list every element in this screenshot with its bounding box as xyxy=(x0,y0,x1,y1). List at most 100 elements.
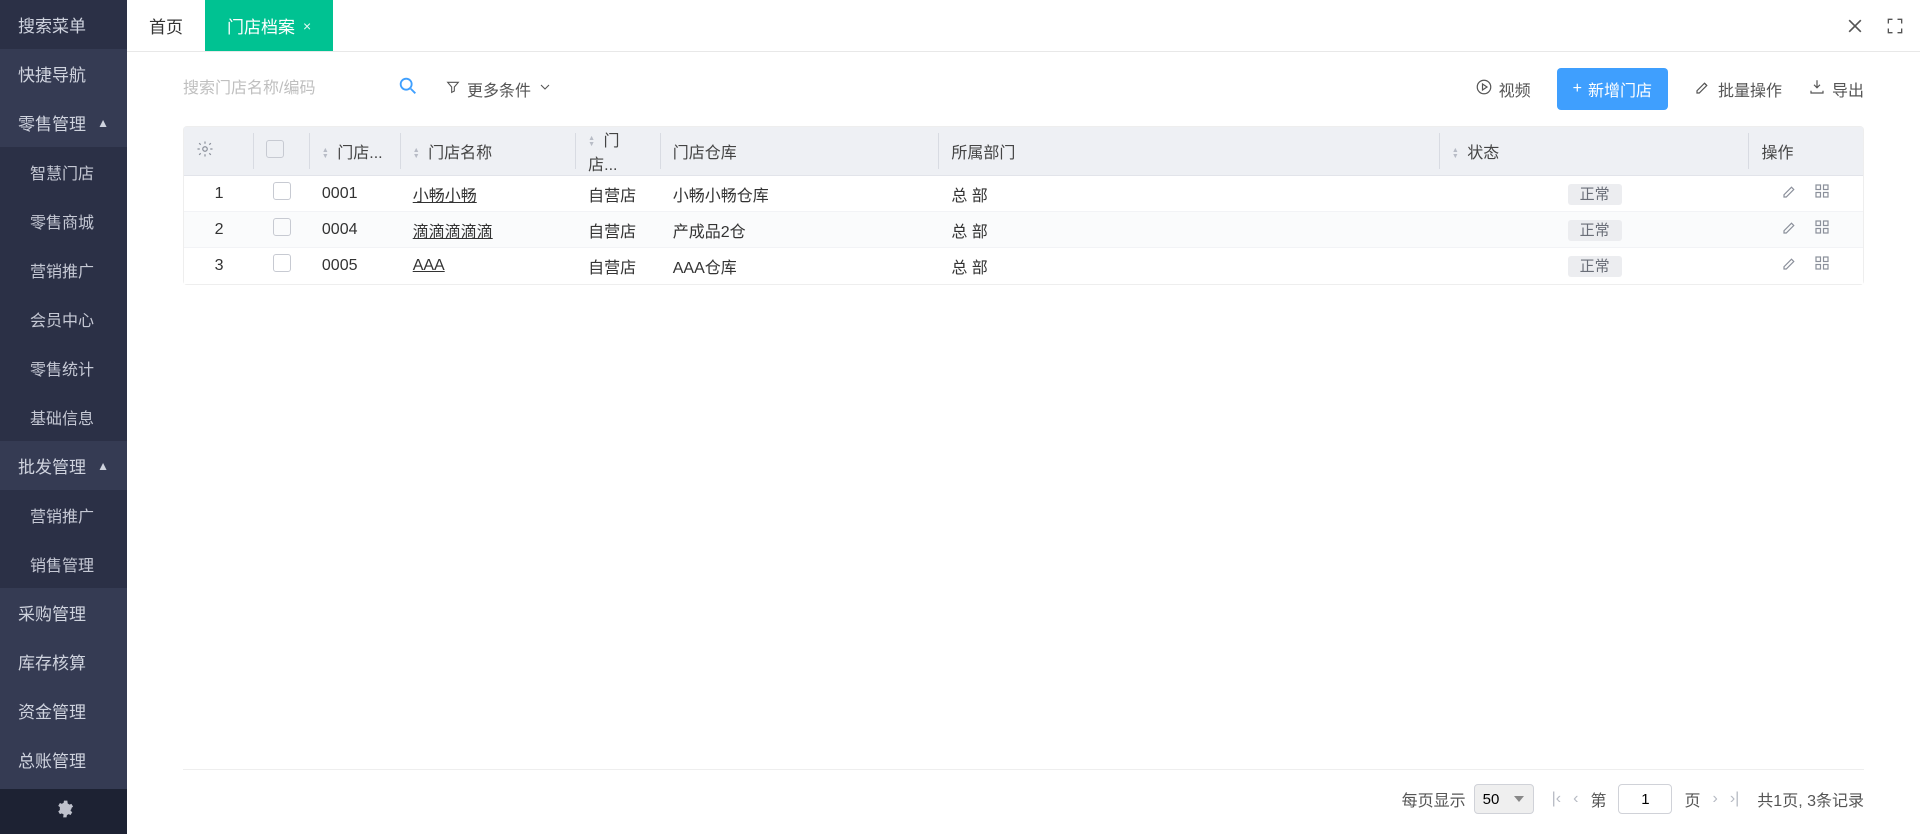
sidebar-search-menu[interactable]: 搜索菜单 xyxy=(0,0,127,49)
cell-code: 0004 xyxy=(310,212,401,248)
table-wrap: ▲▼ 门店... ▲▼ 门店名称 ▲▼ 门店... 门店仓库 所属部门 xyxy=(183,126,1864,285)
sidebar-quick-nav[interactable]: 快捷导航 xyxy=(0,49,127,98)
cell-checkbox[interactable] xyxy=(254,176,310,212)
cell-status: 正常 xyxy=(1440,176,1750,212)
sidebar-wholesale-mgmt[interactable]: 批发管理 ▲ xyxy=(0,441,127,490)
row-edit-button[interactable] xyxy=(1781,218,1799,241)
sidebar-item-basic-info[interactable]: 基础信息 xyxy=(0,392,127,441)
cell-idx: 1 xyxy=(184,176,254,212)
sidebar-wholesale-children: 营销推广 销售管理 xyxy=(0,490,127,588)
gear-icon xyxy=(196,145,214,162)
row-more-button[interactable] xyxy=(1813,218,1831,241)
sidebar-item-member-center[interactable]: 会员中心 xyxy=(0,294,127,343)
checkbox[interactable] xyxy=(273,182,291,200)
store-link[interactable]: 小畅小畅 xyxy=(413,188,477,205)
cell-idx: 2 xyxy=(184,212,254,248)
toolbar: 更多条件 视频 + 新增门店 批量操作 导出 xyxy=(127,52,1920,126)
more-filter-button[interactable]: 更多条件 xyxy=(445,77,553,101)
th-type[interactable]: ▲▼ 门店... xyxy=(576,127,661,176)
table-row: 10001小畅小畅自营店小畅小畅仓库总 部正常 xyxy=(184,176,1863,212)
pagination: 每页显示 50 |‹ ‹ 第 页 › ›| 共1页, 3条记录 xyxy=(183,769,1864,814)
search-input[interactable] xyxy=(183,74,397,104)
sidebar: 搜索菜单 快捷导航 零售管理 ▲ 智慧门店 零售商城 营销推广 会员中心 零售统… xyxy=(0,0,127,834)
table-row: 2 0004 滴滴滴滴滴 自营店产成品2仓总 部正常 xyxy=(184,212,1863,248)
sidebar-item-ws-sales[interactable]: 销售管理 xyxy=(0,539,127,588)
plus-icon: + xyxy=(1573,80,1582,98)
cell-idx: 3 xyxy=(184,248,254,284)
sidebar-inventory[interactable]: 库存核算 xyxy=(0,637,127,686)
sort-icon[interactable]: ▲▼ xyxy=(322,148,329,160)
filter-icon xyxy=(445,79,461,100)
export-button[interactable]: 导出 xyxy=(1808,77,1864,101)
sidebar-item-retail-stats[interactable]: 零售统计 xyxy=(0,343,127,392)
th-gear[interactable] xyxy=(184,127,254,176)
sidebar-item-ws-marketing[interactable]: 营销推广 xyxy=(0,490,127,539)
sidebar-item-retail-mall[interactable]: 零售商城 xyxy=(0,196,127,245)
cell-code: 0001 xyxy=(310,176,401,212)
tab-close-icon[interactable]: × xyxy=(303,18,311,34)
play-icon xyxy=(1475,78,1493,101)
sort-icon[interactable]: ▲▼ xyxy=(413,148,420,160)
th-name[interactable]: ▲▼ 门店名称 xyxy=(401,127,576,176)
cell-dept: 总 部 xyxy=(939,176,1440,212)
checkbox[interactable] xyxy=(266,140,284,158)
th-warehouse[interactable]: 门店仓库 xyxy=(661,127,940,176)
page-label-left: 第 xyxy=(1590,787,1606,811)
sidebar-funds[interactable]: 资金管理 xyxy=(0,686,127,735)
cell-checkbox[interactable] xyxy=(254,248,310,284)
page-label-right: 页 xyxy=(1684,787,1700,811)
tab-home[interactable]: 首页 xyxy=(127,0,205,51)
cell-status: 正常 xyxy=(1440,248,1750,284)
row-more-button[interactable] xyxy=(1813,182,1831,205)
sort-icon[interactable]: ▲▼ xyxy=(1452,148,1459,160)
sidebar-retail-children: 智慧门店 零售商城 营销推广 会员中心 零售统计 基础信息 xyxy=(0,147,127,441)
cell-warehouse: 产成品2仓 xyxy=(661,212,940,248)
sidebar-purchase-mgmt[interactable]: 采购管理 xyxy=(0,588,127,637)
cell-checkbox[interactable] xyxy=(254,212,310,248)
page-number-input[interactable] xyxy=(1618,784,1672,814)
sidebar-settings-button[interactable] xyxy=(0,789,127,834)
row-more-button[interactable] xyxy=(1813,254,1831,277)
caret-up-icon: ▲ xyxy=(97,459,109,473)
edit-icon xyxy=(1694,78,1712,101)
cell-dept: 总 部 xyxy=(939,212,1440,248)
row-edit-button[interactable] xyxy=(1781,254,1799,277)
sidebar-item-marketing[interactable]: 营销推广 xyxy=(0,245,127,294)
th-checkbox[interactable] xyxy=(254,127,310,176)
checkbox[interactable] xyxy=(273,254,291,272)
th-dept[interactable]: 所属部门 xyxy=(939,127,1440,176)
fullscreen-button[interactable] xyxy=(1882,13,1908,39)
per-page-select[interactable]: 50 xyxy=(1474,784,1534,814)
cell-code: 0005 xyxy=(310,248,401,284)
store-link[interactable]: AAA xyxy=(413,257,445,274)
sidebar-retail-mgmt[interactable]: 零售管理 ▲ xyxy=(0,98,127,147)
page-prev-button[interactable]: ‹ xyxy=(1573,790,1578,808)
cell-status: 正常 xyxy=(1440,212,1750,248)
checkbox[interactable] xyxy=(273,218,291,236)
tabs-bar: 首页 门店档案 × xyxy=(127,0,1920,52)
sort-icon[interactable]: ▲▼ xyxy=(588,136,595,148)
search-icon[interactable] xyxy=(397,75,419,102)
th-code[interactable]: ▲▼ 门店... xyxy=(310,127,401,176)
page-next-button[interactable]: › xyxy=(1712,790,1717,808)
cell-type: 自营店 xyxy=(576,248,661,284)
batch-ops-button[interactable]: 批量操作 xyxy=(1694,77,1782,101)
cell-type: 自营店 xyxy=(576,176,661,212)
table-row: 30005AAA自营店AAA仓库总 部正常 xyxy=(184,248,1863,284)
row-edit-button[interactable] xyxy=(1781,182,1799,205)
new-store-button[interactable]: + 新增门店 xyxy=(1557,68,1668,110)
search-box xyxy=(183,74,419,105)
sidebar-ledger[interactable]: 总账管理 xyxy=(0,735,127,784)
per-page-label: 每页显示 xyxy=(1402,787,1466,811)
th-ops: 操作 xyxy=(1749,127,1863,176)
th-status[interactable]: ▲▼ 状态 xyxy=(1440,127,1750,176)
caret-up-icon: ▲ xyxy=(97,116,109,130)
sidebar-item-smart-store[interactable]: 智慧门店 xyxy=(0,147,127,196)
store-link[interactable]: 滴滴滴滴滴 xyxy=(413,224,493,241)
page-first-button[interactable]: |‹ xyxy=(1552,790,1561,808)
cell-type: 自营店 xyxy=(576,212,661,248)
page-last-button[interactable]: ›| xyxy=(1730,790,1739,808)
close-all-tabs-button[interactable] xyxy=(1842,13,1868,39)
tab-store-archive[interactable]: 门店档案 × xyxy=(205,0,333,51)
video-button[interactable]: 视频 xyxy=(1475,77,1531,101)
